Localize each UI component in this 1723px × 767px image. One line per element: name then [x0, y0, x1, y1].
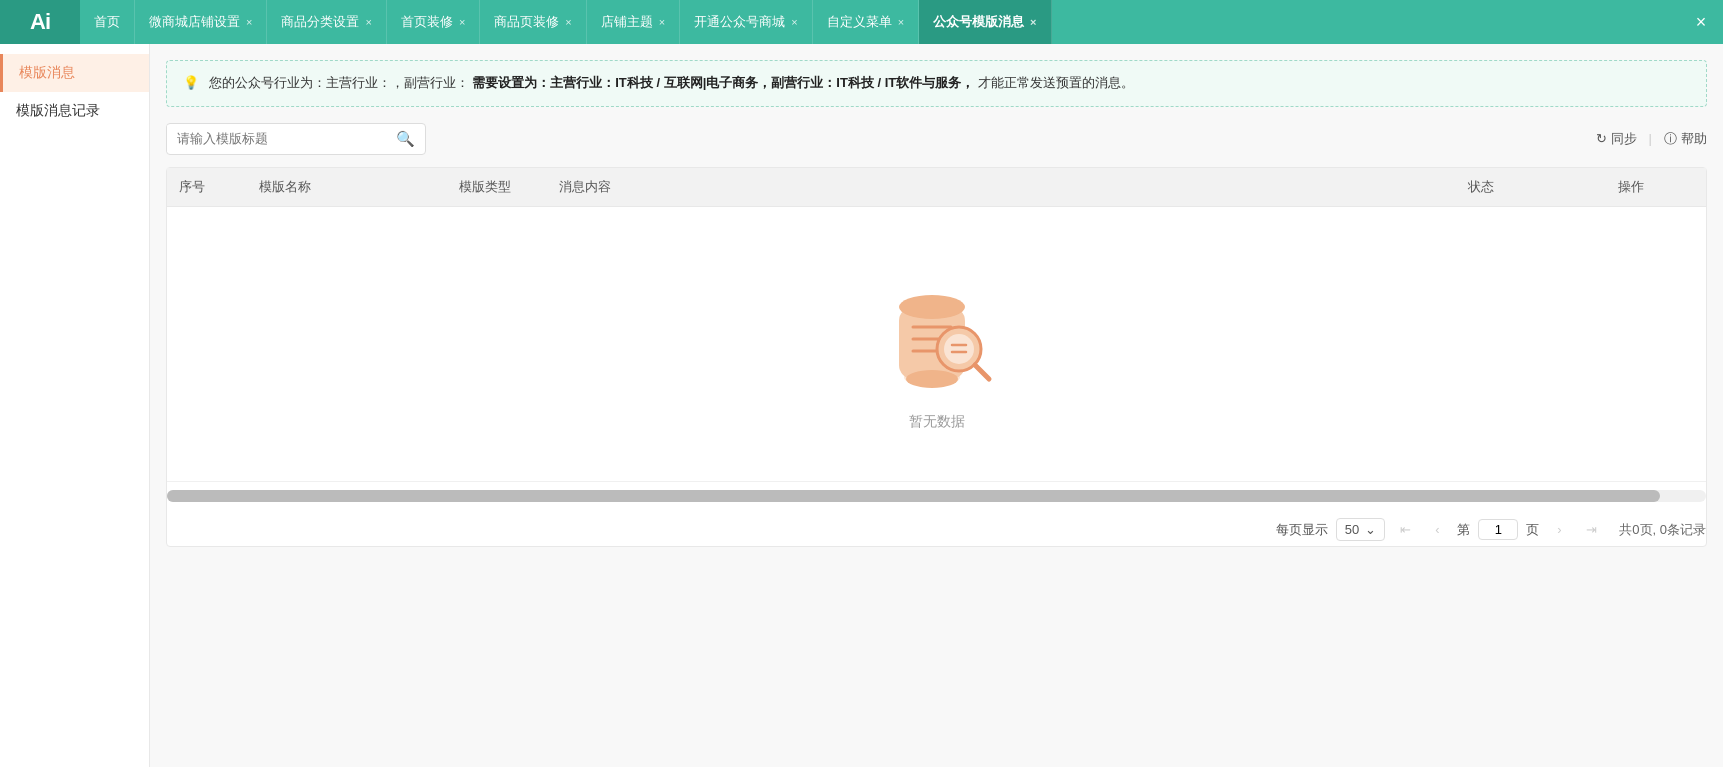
nav-tab-shop-settings[interactable]: 微商城店铺设置 × — [135, 0, 267, 44]
nav-tab-template-msg-label: 公众号模版消息 — [933, 13, 1024, 31]
nav-tab-store-theme-label: 店铺主题 — [601, 13, 653, 31]
search-input-wrap: 🔍 — [166, 123, 426, 155]
top-nav: Ai 首页 微商城店铺设置 × 商品分类设置 × 首页装修 × 商品页装修 × … — [0, 0, 1723, 44]
table-header-row: 序号 模版名称 模版类型 消息内容 状态 操作 — [167, 168, 1706, 207]
scrollbar-thumb[interactable] — [167, 490, 1660, 502]
col-status: 状态 — [1456, 168, 1606, 207]
nav-tab-category-settings[interactable]: 商品分类设置 × — [267, 0, 386, 44]
sync-icon: ↻ — [1596, 131, 1607, 146]
nav-tab-product-decor[interactable]: 商品页装修 × — [480, 0, 586, 44]
sidebar-item-template-msg-log[interactable]: 模版消息记录 — [0, 92, 149, 130]
sidebar-item-template-msg-log-label: 模版消息记录 — [16, 102, 100, 118]
col-action: 操作 — [1606, 168, 1706, 207]
svg-point-8 — [944, 334, 974, 364]
nav-tab-shop-settings-close[interactable]: × — [246, 16, 252, 28]
help-icon: ⓘ — [1664, 130, 1677, 148]
search-input[interactable] — [167, 125, 386, 152]
nav-tab-open-shop-close[interactable]: × — [791, 16, 797, 28]
nav-tab-category-close[interactable]: × — [365, 16, 371, 28]
notice-icon: 💡 — [183, 75, 199, 90]
col-name: 模版名称 — [247, 168, 447, 207]
notice-box: 💡 您的公众号行业为：主营行业：，副营行业： 需要设置为：主营行业：IT科技 /… — [166, 60, 1707, 107]
page-size-value: 50 — [1345, 522, 1359, 537]
nav-tab-shop-settings-label: 微商城店铺设置 — [149, 13, 240, 31]
sync-label: 同步 — [1611, 130, 1637, 148]
nav-tab-product-decor-label: 商品页装修 — [494, 13, 559, 31]
nav-tab-template-msg-close[interactable]: × — [1030, 16, 1036, 28]
empty-cell: 暂无数据 — [167, 206, 1706, 481]
svg-line-9 — [975, 365, 989, 379]
empty-row: 暂无数据 — [167, 206, 1706, 481]
page-size-chevron-icon: ⌄ — [1365, 522, 1376, 537]
last-page-button[interactable]: ⇥ — [1579, 518, 1603, 542]
content-area: 💡 您的公众号行业为：主营行业：，副营行业： 需要设置为：主营行业：IT科技 /… — [150, 44, 1723, 767]
page-label: 第 — [1457, 521, 1470, 539]
nav-tab-home-decor-label: 首页装修 — [401, 13, 453, 31]
nav-tab-open-shop-label: 开通公众号商城 — [694, 13, 785, 31]
logo: Ai — [0, 0, 80, 44]
sidebar: 模版消息 模版消息记录 — [0, 44, 150, 767]
nav-tab-custom-menu-label: 自定义菜单 — [827, 13, 892, 31]
nav-tab-product-decor-close[interactable]: × — [565, 16, 571, 28]
data-table: 序号 模版名称 模版类型 消息内容 状态 操作 — [167, 168, 1706, 482]
notice-highlight: 需要设置为：主营行业：IT科技 / 互联网|电子商务，副营行业：IT科技 / I… — [472, 75, 974, 90]
col-content: 消息内容 — [547, 168, 1456, 207]
horizontal-scrollbar[interactable] — [167, 490, 1706, 502]
search-button[interactable]: 🔍 — [386, 124, 425, 154]
empty-illustration — [877, 277, 997, 397]
notice-suffix: 才能正常发送预置的消息。 — [978, 75, 1134, 90]
prev-page-button[interactable]: ‹ — [1425, 518, 1449, 542]
col-seq: 序号 — [167, 168, 247, 207]
nav-tab-category-settings-label: 商品分类设置 — [281, 13, 359, 31]
nav-close-all-button[interactable]: × — [1679, 0, 1723, 44]
toolbar-right: ↻ 同步 | ⓘ 帮助 — [1596, 130, 1707, 148]
nav-tab-custom-menu[interactable]: 自定义菜单 × — [813, 0, 919, 44]
nav-tab-home-decor-close[interactable]: × — [459, 16, 465, 28]
nav-tab-store-theme-close[interactable]: × — [659, 16, 665, 28]
page-number-input[interactable] — [1478, 519, 1518, 540]
notice-prefix: 您的公众号行业为：主营行业：，副营行业： — [209, 75, 469, 90]
sidebar-item-template-msg-label: 模版消息 — [19, 64, 75, 80]
page-suffix: 页 — [1526, 521, 1539, 539]
total-text: 共0页, 0条记录 — [1619, 521, 1706, 539]
nav-tab-store-theme[interactable]: 店铺主题 × — [587, 0, 680, 44]
nav-tab-home-label: 首页 — [94, 13, 120, 31]
toolbar-divider: | — [1649, 131, 1652, 146]
svg-point-3 — [906, 370, 958, 388]
sidebar-item-template-msg[interactable]: 模版消息 — [0, 54, 149, 92]
col-type: 模版类型 — [447, 168, 547, 207]
page-size-label: 每页显示 — [1276, 521, 1328, 539]
main-layout: 模版消息 模版消息记录 💡 您的公众号行业为：主营行业：，副营行业： 需要设置为… — [0, 44, 1723, 767]
nav-tab-custom-menu-close[interactable]: × — [898, 16, 904, 28]
page-size-select[interactable]: 50 ⌄ — [1336, 518, 1385, 541]
nav-tab-home-decor[interactable]: 首页装修 × — [387, 0, 480, 44]
nav-tab-template-msg[interactable]: 公众号模版消息 × — [919, 0, 1051, 44]
svg-point-2 — [899, 295, 965, 319]
logo-text: Ai — [30, 9, 50, 35]
first-page-button[interactable]: ⇤ — [1393, 518, 1417, 542]
help-button[interactable]: ⓘ 帮助 — [1664, 130, 1707, 148]
nav-tab-home[interactable]: 首页 — [80, 0, 135, 44]
empty-state: 暂无数据 — [179, 217, 1694, 471]
help-label: 帮助 — [1681, 130, 1707, 148]
empty-text: 暂无数据 — [909, 413, 965, 431]
nav-tab-open-shop[interactable]: 开通公众号商城 × — [680, 0, 812, 44]
sync-button[interactable]: ↻ 同步 — [1596, 130, 1637, 148]
pagination: 每页显示 50 ⌄ ⇤ ‹ 第 页 › ⇥ 共0页, 0条记录 — [167, 510, 1706, 546]
search-bar: 🔍 ↻ 同步 | ⓘ 帮助 — [166, 123, 1707, 155]
next-page-button[interactable]: › — [1547, 518, 1571, 542]
table-wrapper: 序号 模版名称 模版类型 消息内容 状态 操作 — [166, 167, 1707, 547]
